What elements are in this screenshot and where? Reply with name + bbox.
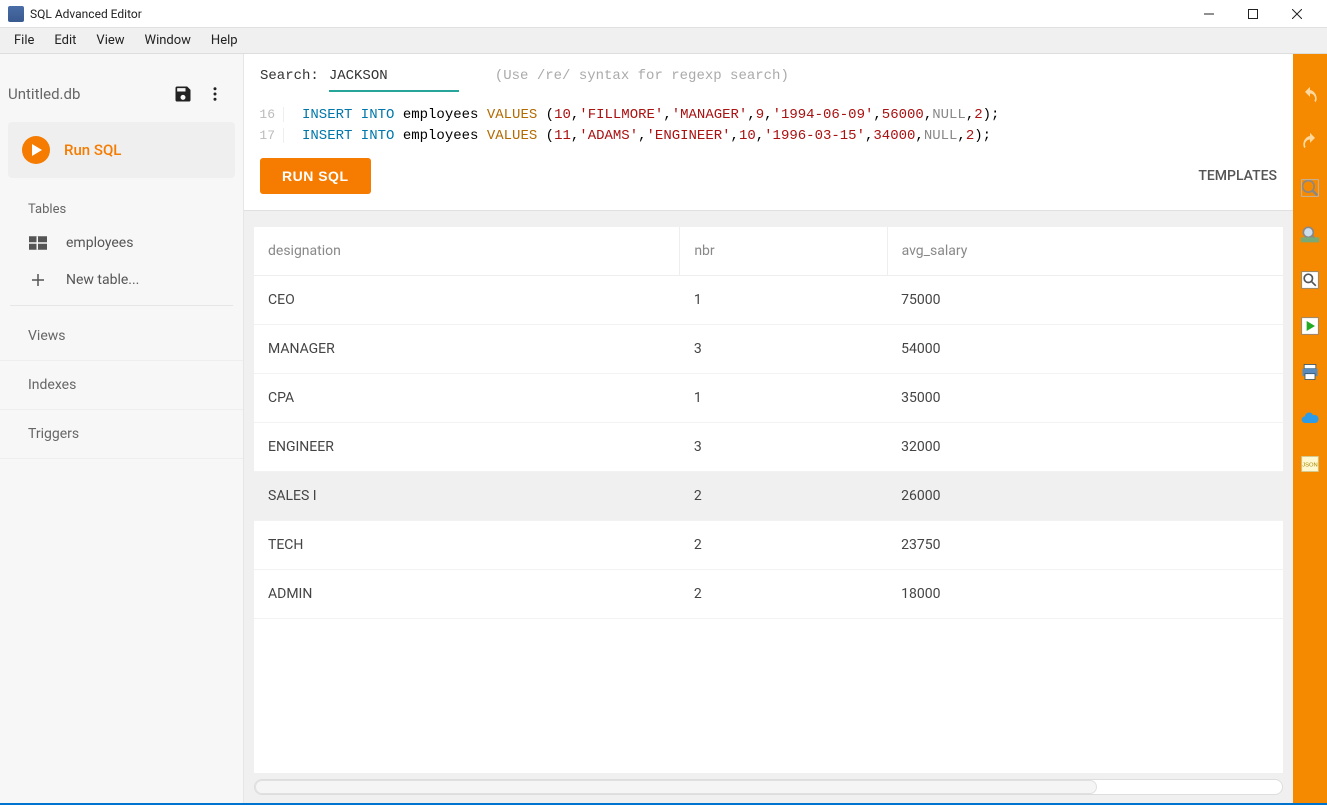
cell-designation: ADMIN [254,570,680,619]
table-row[interactable]: ADMIN218000 [254,570,1283,619]
maximize-button[interactable] [1231,0,1275,28]
cell-nbr: 2 [680,472,887,521]
cell-nbr: 2 [680,521,887,570]
run-sql-button[interactable]: RUN SQL [260,158,371,194]
scrollbar-thumb[interactable] [255,780,1097,794]
find-icon[interactable] [1298,222,1322,246]
search-row: Search: (Use /re/ syntax for regexp sear… [244,54,1293,104]
cell-designation: MANAGER [254,325,680,374]
table-row[interactable]: MANAGER354000 [254,325,1283,374]
window-controls [1187,0,1319,28]
app-icon [8,6,24,22]
close-button[interactable] [1275,0,1319,28]
code-editor[interactable]: 16INSERT INTO employees VALUES (10,'FILL… [244,104,1293,146]
cell-designation: CEO [254,276,680,325]
run-sql-label: Run SQL [64,141,121,159]
table-row[interactable]: CEO175000 [254,276,1283,325]
db-header: Untitled.db [0,54,243,122]
cell-avg_salary: 26000 [887,472,1283,521]
line-number: 17 [244,128,284,143]
run-icon[interactable] [1298,314,1322,338]
cell-avg_salary: 54000 [887,325,1283,374]
undo-icon[interactable] [1298,84,1322,108]
sidebar: Untitled.db Run SQL Tables employees New… [0,54,244,803]
results-table: designationnbravg_salary CEO175000MANAGE… [254,227,1283,619]
table-row[interactable]: SALES I226000 [254,472,1283,521]
redo-icon[interactable] [1298,130,1322,154]
play-icon [22,136,50,164]
editor-toolbar: RUN SQL TEMPLATES [244,146,1293,211]
minimize-button[interactable] [1187,0,1231,28]
more-icon[interactable] [203,82,227,106]
editor-area: Search: (Use /re/ syntax for regexp sear… [244,54,1293,803]
search-hint: (Use /re/ syntax for regexp search) [495,68,789,84]
cell-avg_salary: 32000 [887,423,1283,472]
json-icon[interactable]: JSON [1298,452,1322,476]
menu-view[interactable]: View [86,29,134,52]
print-icon[interactable] [1298,360,1322,384]
menu-bar: FileEditViewWindowHelp [0,28,1327,54]
horizontal-scrollbar[interactable] [254,779,1283,795]
run-sql-sidebar-button[interactable]: Run SQL [8,122,235,178]
templates-button[interactable]: TEMPLATES [1198,168,1277,184]
cell-nbr: 3 [680,325,887,374]
col-avg_salary[interactable]: avg_salary [887,227,1283,276]
sidebar-table-employees[interactable]: employees [0,225,243,261]
cell-nbr: 3 [680,423,887,472]
sidebar-section-indexes[interactable]: Indexes [0,361,243,410]
divider [10,305,233,306]
table-icon [28,236,48,250]
table-row[interactable]: TECH223750 [254,521,1283,570]
main-area: Untitled.db Run SQL Tables employees New… [0,54,1327,805]
line-number: 16 [244,107,284,122]
menu-help[interactable]: Help [201,29,248,52]
cell-designation: CPA [254,374,680,423]
cell-nbr: 1 [680,374,887,423]
menu-edit[interactable]: Edit [44,29,86,52]
window-title: SQL Advanced Editor [30,7,1187,21]
code-line[interactable]: 17INSERT INTO employees VALUES (11,'ADAM… [244,125,1293,146]
sidebar-section-views[interactable]: Views [0,312,243,361]
save-icon[interactable] [171,82,195,106]
col-designation[interactable]: designation [254,227,680,276]
cloud-icon[interactable] [1298,406,1322,430]
tables-heading: Tables [0,178,243,225]
table-row[interactable]: ENGINEER332000 [254,423,1283,472]
new-table-button[interactable]: New table... [0,261,243,299]
title-bar: SQL Advanced Editor [0,0,1327,28]
col-nbr[interactable]: nbr [680,227,887,276]
results-panel: designationnbravg_salary CEO175000MANAGE… [254,227,1283,773]
cell-nbr: 2 [680,570,887,619]
cell-designation: ENGINEER [254,423,680,472]
table-label: employees [66,235,133,251]
svg-text:JSON: JSON [1302,463,1318,469]
search-icon[interactable] [1298,268,1322,292]
code-line[interactable]: 16INSERT INTO employees VALUES (10,'FILL… [244,104,1293,125]
search-label: Search: [260,68,319,84]
cell-nbr: 1 [680,276,887,325]
menu-file[interactable]: File [4,29,44,52]
sidebar-section-triggers[interactable]: Triggers [0,410,243,459]
new-table-label: New table... [66,272,139,288]
cell-avg_salary: 35000 [887,374,1283,423]
cell-avg_salary: 18000 [887,570,1283,619]
table-row[interactable]: CPA135000 [254,374,1283,423]
plus-icon [28,271,48,289]
cell-designation: TECH [254,521,680,570]
cell-avg_salary: 75000 [887,276,1283,325]
menu-window[interactable]: Window [135,29,201,52]
cell-designation: SALES I [254,472,680,521]
right-toolbar: JSON [1293,54,1327,803]
zoom-icon[interactable] [1298,176,1322,200]
search-input[interactable] [329,68,459,92]
db-name: Untitled.db [8,85,163,103]
cell-avg_salary: 23750 [887,521,1283,570]
